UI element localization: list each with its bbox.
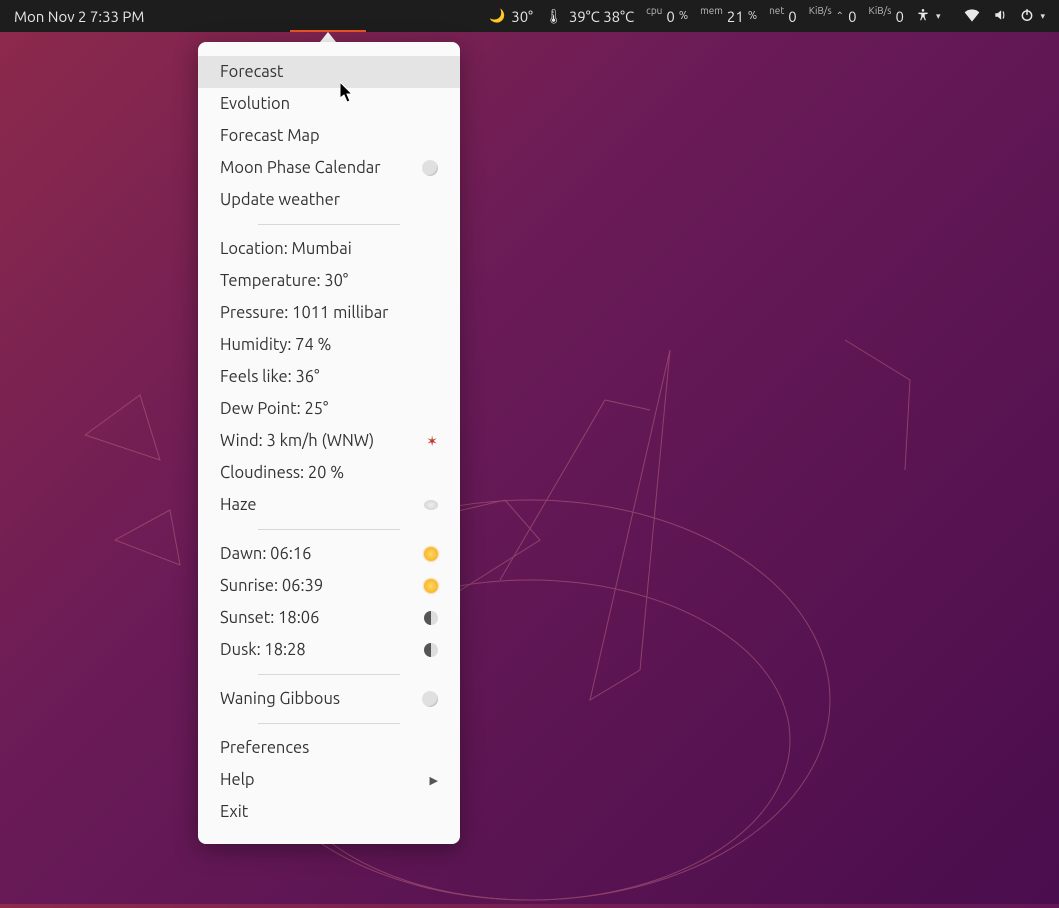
menu-separator xyxy=(258,723,400,724)
net-label: net xyxy=(769,6,784,16)
menu-separator xyxy=(258,674,400,675)
info-text: Feels like: 36° xyxy=(220,368,319,386)
menu-item-label: Update weather xyxy=(220,191,340,209)
mem-label: mem xyxy=(700,6,723,16)
cpu-label: cpu xyxy=(646,6,662,16)
cpu-unit: % xyxy=(679,10,688,22)
thermometer-icon: 🌡 xyxy=(545,8,563,25)
power-icon xyxy=(1020,8,1034,25)
info-moon-phase: Waning Gibbous xyxy=(198,683,460,715)
menu-separator xyxy=(258,529,400,530)
menu-item-label: Moon Phase Calendar xyxy=(220,159,381,177)
kibs-down[interactable]: KiB/s 0 xyxy=(863,0,910,32)
moon-half-icon xyxy=(424,643,438,657)
cpu-indicator[interactable]: cpu 0 % xyxy=(640,0,694,32)
accessibility-icon xyxy=(916,8,930,25)
menu-separator xyxy=(258,224,400,225)
info-dawn: Dawn: 06:16 xyxy=(198,538,460,570)
sound-menu[interactable] xyxy=(986,0,1014,32)
info-dusk: Dusk: 18:28 xyxy=(198,634,460,666)
info-text: Sunset: 18:06 xyxy=(220,609,319,627)
menu-item-evolution[interactable]: Evolution xyxy=(198,88,460,120)
wifi-icon xyxy=(964,8,980,25)
menu-item-moon-phase-calendar[interactable]: Moon Phase Calendar xyxy=(198,152,460,184)
menu-item-forecast-map[interactable]: Forecast Map xyxy=(198,120,460,152)
chevron-down-icon: ▾ xyxy=(936,11,941,22)
info-text: Wind: 3 km/h (WNW) xyxy=(220,432,374,450)
menu-item-label: Forecast xyxy=(220,63,283,81)
weather-menu: Forecast Evolution Forecast Map Moon Pha… xyxy=(198,42,460,844)
info-wind: Wind: 3 km/h (WNW) ✶ xyxy=(198,425,460,457)
info-pressure: Pressure: 1011 millibar xyxy=(198,297,460,329)
menu-pointer xyxy=(320,32,336,42)
info-text: Waning Gibbous xyxy=(220,690,340,708)
info-text: Haze xyxy=(220,496,257,514)
accessibility-menu[interactable]: ▾ xyxy=(910,0,947,32)
kibs-up[interactable]: KiB/s ⌃ 0 xyxy=(803,0,863,32)
kibs-up-label: KiB/s xyxy=(809,6,832,16)
info-sunrise: Sunrise: 06:39 xyxy=(198,570,460,602)
info-text: Temperature: 30° xyxy=(220,272,348,290)
desktop-wallpaper xyxy=(0,0,1059,904)
network-menu[interactable] xyxy=(958,0,986,32)
menu-item-exit[interactable]: Exit xyxy=(198,796,460,828)
info-feels-like: Feels like: 36° xyxy=(198,361,460,393)
info-text: Sunrise: 06:39 xyxy=(220,577,323,595)
sun-icon xyxy=(424,547,438,561)
info-text: Dew Point: 25° xyxy=(220,400,328,418)
temp-indicator[interactable]: 🌡 39°C 38°C xyxy=(539,0,640,32)
menu-item-label: Preferences xyxy=(220,739,309,757)
moon-icon xyxy=(422,160,438,176)
chevron-down-icon: ▾ xyxy=(1040,11,1045,22)
mem-unit: % xyxy=(748,10,757,22)
weather-indicator[interactable]: 🌙 30° xyxy=(483,0,539,32)
moon-half-icon xyxy=(424,611,438,625)
mem-indicator[interactable]: mem 21 % xyxy=(694,0,763,32)
net-indicator[interactable]: net 0 xyxy=(763,0,803,32)
info-temperature: Temperature: 30° xyxy=(198,265,460,297)
info-dew-point: Dew Point: 25° xyxy=(198,393,460,425)
datetime-text: Mon Nov 2 7:33 PM xyxy=(14,8,144,25)
menu-item-label: Evolution xyxy=(220,95,290,113)
kibs-down-label: KiB/s xyxy=(869,6,892,16)
kibs-up-icon: ⌃ xyxy=(836,10,844,22)
net-value: 0 xyxy=(788,8,796,25)
menu-item-label: Help xyxy=(220,771,255,789)
info-text: Location: Mumbai xyxy=(220,240,352,258)
temp-range-text: 39°C 38°C xyxy=(569,8,634,25)
info-text: Pressure: 1011 millibar xyxy=(220,304,388,322)
info-location: Location: Mumbai xyxy=(198,233,460,265)
menu-item-update-weather[interactable]: Update weather xyxy=(198,184,460,216)
menu-item-help[interactable]: Help ▶ xyxy=(198,764,460,796)
weather-temp: 30° xyxy=(511,8,533,25)
menu-item-label: Exit xyxy=(220,803,248,821)
menu-item-label: Forecast Map xyxy=(220,127,320,145)
moon-icon xyxy=(422,691,438,707)
menu-item-preferences[interactable]: Preferences xyxy=(198,732,460,764)
info-sunset: Sunset: 18:06 xyxy=(198,602,460,634)
sun-icon xyxy=(424,579,438,593)
kibs-up-value: 0 xyxy=(848,8,856,25)
info-text: Humidity: 74 % xyxy=(220,336,331,354)
datetime[interactable]: Mon Nov 2 7:33 PM xyxy=(8,0,150,32)
chevron-right-icon: ▶ xyxy=(430,774,438,787)
info-cloudiness: Cloudiness: 20 % xyxy=(198,457,460,489)
mouse-cursor xyxy=(340,82,356,104)
weather-icon: 🌙 xyxy=(489,9,505,24)
haze-icon xyxy=(424,500,438,510)
wind-icon: ✶ xyxy=(426,433,438,450)
info-haze: Haze xyxy=(198,489,460,521)
menu-item-forecast[interactable]: Forecast xyxy=(198,56,460,88)
info-text: Cloudiness: 20 % xyxy=(220,464,344,482)
power-menu[interactable]: ▾ xyxy=(1014,0,1051,32)
info-text: Dawn: 06:16 xyxy=(220,545,311,563)
info-humidity: Humidity: 74 % xyxy=(198,329,460,361)
mem-value: 21 xyxy=(727,8,744,25)
kibs-down-value: 0 xyxy=(895,8,903,25)
cpu-value: 0 xyxy=(666,8,674,25)
info-text: Dusk: 18:28 xyxy=(220,641,306,659)
volume-icon xyxy=(992,8,1008,25)
top-panel: Mon Nov 2 7:33 PM 🌙 30° 🌡 39°C 38°C cpu … xyxy=(0,0,1059,32)
